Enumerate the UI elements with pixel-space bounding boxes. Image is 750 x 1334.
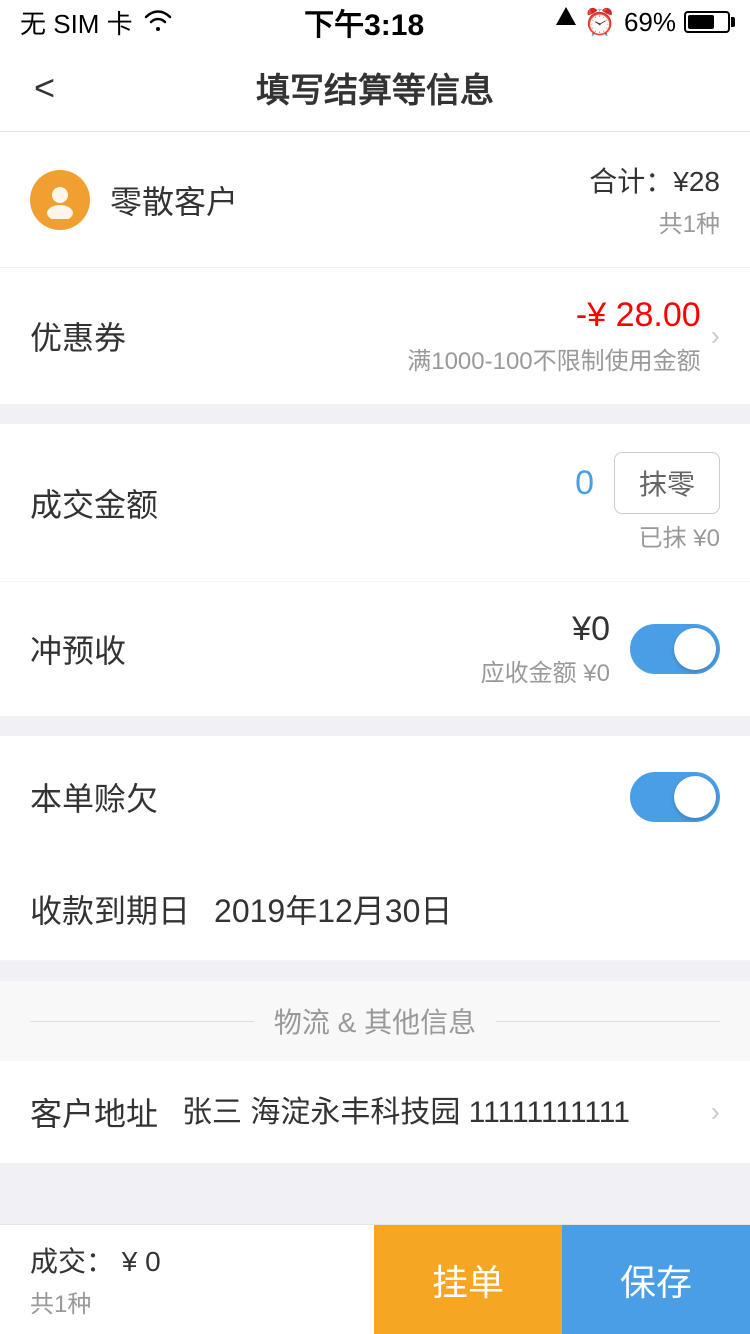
back-button[interactable]: < bbox=[24, 57, 65, 119]
nav-bar: < 填写结算等信息 bbox=[0, 44, 750, 132]
due-date-label: 收款到期日 bbox=[30, 886, 190, 932]
toggle-knob bbox=[674, 628, 716, 670]
coupon-discount: -¥ 28.00 bbox=[407, 296, 700, 335]
logistics-label: 物流 & 其他信息 bbox=[254, 1001, 496, 1041]
address-chevron-icon: › bbox=[711, 1096, 720, 1128]
deal-amount-controls: 抹零 bbox=[514, 452, 720, 514]
total-count: 共1种 bbox=[589, 204, 720, 239]
bad-debt-label: 本单赊欠 bbox=[30, 774, 158, 820]
bottom-info: 成交： ¥ 0 共1种 bbox=[0, 1240, 374, 1319]
deal-amount-row: 成交金额 抹零 已抹 ¥0 bbox=[0, 424, 750, 582]
status-bar: 无 SIM 卡 下午3:18 ⏰ 69% bbox=[0, 0, 750, 44]
bottom-deal-row: 成交： ¥ 0 bbox=[30, 1240, 344, 1280]
prepay-label: 冲预收 bbox=[30, 626, 126, 672]
coupon-label: 优惠券 bbox=[30, 313, 126, 359]
due-date-row[interactable]: 收款到期日 2019年12月30日 bbox=[0, 858, 750, 961]
deal-amount-input[interactable] bbox=[514, 464, 594, 503]
customer-name: 零散客户 bbox=[110, 177, 238, 223]
logistics-header: 物流 & 其他信息 bbox=[0, 981, 750, 1061]
prepay-amounts: ¥0 应收金额 ¥0 bbox=[481, 610, 610, 688]
save-button[interactable]: 保存 bbox=[562, 1225, 750, 1334]
address-row[interactable]: 客户地址 张三 海淀永丰科技园 11111111111 › bbox=[0, 1061, 750, 1163]
bottom-deal-label: 成交： bbox=[30, 1246, 114, 1277]
customer-total: 合计：¥28 共1种 bbox=[589, 160, 720, 239]
customer-row: 零散客户 合计：¥28 共1种 bbox=[0, 132, 750, 267]
avatar bbox=[30, 170, 90, 230]
page-title: 填写结算等信息 bbox=[256, 63, 494, 112]
deal-amount-sub: 已抹 ¥0 bbox=[514, 518, 720, 553]
prepay-main-amount: ¥0 bbox=[481, 610, 610, 649]
address-value: 张三 海淀永丰科技园 11111111111 bbox=[182, 1090, 701, 1135]
bad-debt-row: 本单赊欠 bbox=[0, 736, 750, 858]
coupon-right: -¥ 28.00 满1000-100不限制使用金额 › bbox=[407, 296, 720, 376]
bad-debt-card: 本单赊欠 收款到期日 2019年12月30日 bbox=[0, 736, 750, 961]
prepay-row: 冲预收 ¥0 应收金额 ¥0 bbox=[0, 582, 750, 716]
customer-info: 零散客户 bbox=[30, 170, 238, 230]
deal-amount-card: 成交金额 抹零 已抹 ¥0 冲预收 ¥0 应收金额 ¥0 bbox=[0, 424, 750, 716]
alarm-icon: ⏰ bbox=[584, 7, 616, 38]
bad-debt-toggle[interactable] bbox=[630, 772, 720, 822]
address-label: 客户地址 bbox=[30, 1089, 158, 1135]
coupon-desc: 满1000-100不限制使用金额 bbox=[407, 341, 700, 376]
round-zero-button[interactable]: 抹零 bbox=[614, 452, 720, 514]
coupon-row[interactable]: 优惠券 -¥ 28.00 满1000-100不限制使用金额 › bbox=[0, 267, 750, 404]
battery-icon bbox=[684, 11, 730, 33]
customer-card: 零散客户 合计：¥28 共1种 优惠券 -¥ 28.00 满1000-100不限… bbox=[0, 132, 750, 404]
bottom-deal-amount: ¥ 0 bbox=[122, 1246, 161, 1277]
location-icon bbox=[556, 7, 576, 38]
wifi-icon bbox=[143, 7, 173, 38]
deal-amount-right: 抹零 已抹 ¥0 bbox=[514, 452, 720, 553]
prepay-right: ¥0 应收金额 ¥0 bbox=[481, 610, 720, 688]
pending-button[interactable]: 挂单 bbox=[374, 1225, 562, 1334]
divider-left bbox=[30, 1021, 254, 1022]
prepay-toggle[interactable] bbox=[630, 624, 720, 674]
total-price: 合计：¥28 bbox=[589, 160, 720, 200]
bottom-bar: 成交： ¥ 0 共1种 挂单 保存 bbox=[0, 1224, 750, 1334]
chevron-right-icon: › bbox=[711, 320, 720, 352]
battery-percent: 69% bbox=[624, 7, 676, 38]
due-date-value: 2019年12月30日 bbox=[214, 886, 452, 932]
back-icon: < bbox=[34, 67, 55, 108]
logistics-section: 物流 & 其他信息 客户地址 张三 海淀永丰科技园 11111111111 › bbox=[0, 981, 750, 1163]
divider-right bbox=[496, 1021, 720, 1022]
bad-debt-toggle-knob bbox=[674, 776, 716, 818]
content-area: 零散客户 合计：¥28 共1种 优惠券 -¥ 28.00 满1000-100不限… bbox=[0, 132, 750, 1303]
deal-amount-label: 成交金额 bbox=[30, 480, 158, 526]
status-left: 无 SIM 卡 bbox=[20, 4, 173, 41]
prepay-sub-amount: 应收金额 ¥0 bbox=[481, 653, 610, 688]
coupon-info: -¥ 28.00 满1000-100不限制使用金额 bbox=[407, 296, 700, 376]
status-time: 下午3:18 bbox=[304, 0, 424, 44]
carrier-text: 无 SIM 卡 bbox=[20, 4, 133, 41]
bottom-count: 共1种 bbox=[30, 1284, 344, 1319]
status-right: ⏰ 69% bbox=[556, 7, 730, 38]
